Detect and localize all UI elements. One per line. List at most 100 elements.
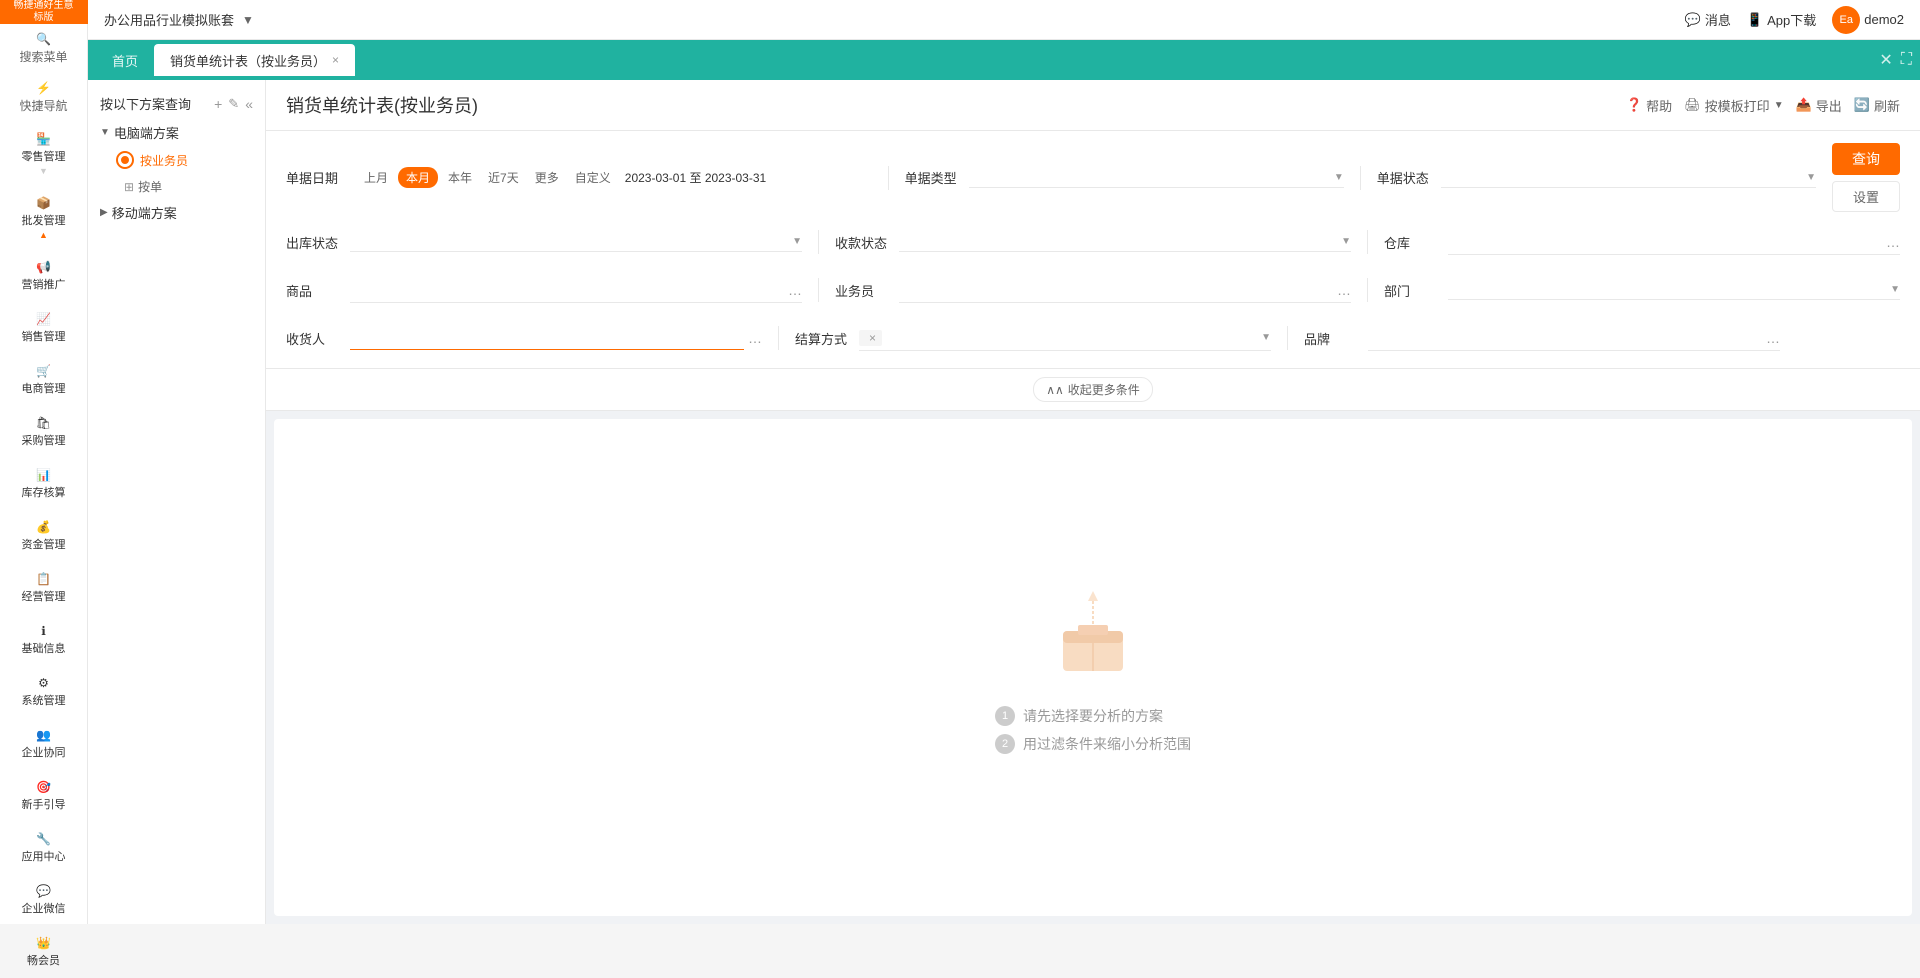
right-panel: 销货单统计表(按业务员) ❓ 帮助 🖨 按模板打印 ▼ 📤	[266, 80, 1920, 924]
sidebar-item-operations[interactable]: 📋 经营管理	[0, 562, 87, 614]
sidebar-item-retail[interactable]: 🏪 零售管理 ▼	[0, 122, 87, 186]
print-icon: 🖨	[1684, 97, 1701, 113]
salesperson-select[interactable]: …	[899, 278, 1351, 303]
page-actions: ❓ 帮助 🖨 按模板打印 ▼ 📤 导出 🔄	[1626, 96, 1900, 115]
filter-row-3: 商品 … 业务员 …	[286, 272, 1900, 308]
sidebar-item-system[interactable]: ⚙ 系统管理	[0, 666, 87, 718]
dots-icon[interactable]: …	[788, 282, 802, 298]
sidebar-item-label: 零售管理	[22, 148, 66, 164]
refresh-icon: 🔄	[1854, 97, 1870, 113]
date-tab-thismonth[interactable]: 本月	[398, 167, 438, 188]
sidebar-item-search[interactable]: 🔍 搜索菜单	[0, 24, 87, 73]
sidebar-item-marketing[interactable]: 📢 营销推广	[0, 250, 87, 302]
receiver-input[interactable]	[350, 326, 744, 350]
doc-type-select[interactable]: ▼	[969, 168, 1344, 188]
sidebar-item-guide[interactable]: 🎯 新手引导	[0, 770, 87, 822]
print-label: 按模板打印	[1705, 96, 1770, 115]
collapse-panel-btn[interactable]: «	[245, 96, 253, 112]
sidebar-item-vip[interactable]: 👑 畅会员	[0, 926, 87, 978]
pay-status-select[interactable]: ▼	[899, 232, 1351, 252]
scheme-item-salesperson[interactable]: 按业务员	[88, 146, 265, 174]
sidebar-item-ecommerce[interactable]: 🛒 电商管理	[0, 354, 87, 406]
chevron-down-icon: ▼	[1806, 172, 1816, 183]
mobile-group-header[interactable]: ▶ 移动端方案	[88, 199, 265, 226]
left-panel-header: 按以下方案查询 + ✎ «	[88, 88, 265, 119]
dept-select[interactable]: ▼	[1448, 280, 1900, 300]
date-tab-more[interactable]: 更多	[529, 167, 565, 188]
sub-scheme-label: 按单	[138, 178, 162, 195]
settlement-clear-tag[interactable]: ×	[859, 330, 882, 346]
maximize-window-btn[interactable]: ⛶	[1901, 51, 1912, 69]
grid-icon: ⊞	[124, 180, 134, 194]
warehouse-select[interactable]: …	[1448, 230, 1900, 255]
collapse-row: ∧∧ 收起更多条件	[266, 369, 1920, 411]
date-tab-thisyear[interactable]: 本年	[442, 167, 478, 188]
guide-icon: 🎯	[36, 780, 51, 794]
sidebar-item-label: 新手引导	[22, 796, 66, 812]
basic-info-icon: ℹ	[41, 624, 46, 638]
sidebar-item-inventory[interactable]: 📊 库存核算	[0, 458, 87, 510]
date-tab-7days[interactable]: 近7天	[482, 167, 525, 188]
sidebar-item-label: 应用中心	[22, 848, 66, 864]
divider-6	[1367, 278, 1368, 302]
sidebar-item-label: 批发管理	[22, 212, 66, 228]
left-panel: 按以下方案查询 + ✎ « ▼ 电脑端方案	[88, 80, 266, 924]
settlement-select[interactable]: × ▼	[859, 326, 1271, 351]
empty-illustration	[1033, 581, 1153, 686]
sidebar-item-purchase[interactable]: 🛍 采购管理	[0, 406, 87, 458]
filter-wrapper: 单据日期 上月 本月 本年 近7天 更多 自定义	[266, 131, 1920, 369]
edit-scheme-btn[interactable]: ✎	[228, 96, 239, 112]
print-btn[interactable]: 🖨 按模板打印 ▼	[1684, 96, 1783, 115]
out-status-select[interactable]: ▼	[350, 232, 802, 252]
sidebar-item-basic-info[interactable]: ℹ 基础信息	[0, 614, 87, 666]
dots-icon[interactable]: …	[1886, 234, 1900, 250]
chevron-down-icon: ▼	[39, 166, 48, 176]
collapse-btn[interactable]: ∧∧ 收起更多条件	[1033, 377, 1153, 402]
dots-icon[interactable]: …	[1337, 282, 1351, 298]
app-download-btn[interactable]: 📱 App下载	[1747, 10, 1816, 29]
messages-btn[interactable]: 💬 消息	[1685, 10, 1731, 29]
desktop-group-label: 电脑端方案	[114, 123, 179, 142]
app-download-label: App下载	[1767, 10, 1816, 29]
refresh-btn[interactable]: 🔄 刷新	[1854, 96, 1900, 115]
close-window-btn[interactable]: ✕	[1879, 50, 1892, 70]
tab-sales-stats[interactable]: 销货单统计表（按业务员） ×	[154, 44, 355, 76]
sidebar-item-appstore[interactable]: 🔧 应用中心	[0, 822, 87, 874]
dots-icon[interactable]: …	[1766, 330, 1780, 346]
empty-hint-1: 1 请先选择要分析的方案	[995, 706, 1191, 726]
doc-status-select[interactable]: ▼	[1441, 168, 1816, 188]
dots-icon[interactable]: …	[748, 330, 762, 346]
dept-label: 部门	[1384, 281, 1440, 300]
filter-row-4: 收货人 … 结算方式 ×	[286, 320, 1900, 356]
marketing-icon: 📢	[36, 260, 51, 274]
date-tab-lastmonth[interactable]: 上月	[358, 167, 394, 188]
user-menu[interactable]: Ea demo2	[1832, 6, 1904, 34]
sidebar: 畅捷通好生意标版 🔍 搜索菜单 ⚡ 快捷导航 🏪 零售管理 ▼ 📦 批发管理 ▲…	[0, 0, 88, 924]
sidebar-item-finance[interactable]: 💰 资金管理	[0, 510, 87, 562]
add-scheme-btn[interactable]: +	[214, 96, 222, 112]
export-btn[interactable]: 📤 导出	[1796, 96, 1842, 115]
dropdown-icon[interactable]: ▼	[242, 13, 254, 27]
chevron-down-icon: ▼	[1890, 284, 1900, 295]
sub-scheme-order[interactable]: ⊞ 按单	[88, 174, 265, 199]
receiver-label: 收货人	[286, 329, 342, 348]
brand-label: 品牌	[1304, 329, 1360, 348]
sidebar-item-wechat[interactable]: 💬 企业微信	[0, 874, 87, 926]
sidebar-item-enterprise[interactable]: 👥 企业协同	[0, 718, 87, 770]
sidebar-item-wholesale[interactable]: 📦 批发管理 ▲	[0, 186, 87, 250]
date-tab-custom[interactable]: 自定义	[569, 167, 617, 188]
brand-select[interactable]: …	[1368, 326, 1780, 351]
help-btn[interactable]: ❓ 帮助	[1626, 96, 1672, 115]
tab-close-btn[interactable]: ×	[332, 53, 339, 67]
sidebar-item-quicknav[interactable]: ⚡ 快捷导航	[0, 73, 87, 122]
clear-icon[interactable]: ×	[869, 331, 876, 345]
tab-home[interactable]: 首页	[96, 44, 154, 76]
sidebar-item-sales[interactable]: 📈 销售管理	[0, 302, 87, 354]
filter-row-1: 单据日期 上月 本月 本年 近7天 更多 自定义	[286, 143, 1900, 212]
query-button[interactable]: 查询	[1832, 143, 1900, 175]
goods-select[interactable]: …	[350, 278, 802, 303]
desktop-group-header[interactable]: ▼ 电脑端方案	[88, 119, 265, 146]
hint-num-2: 2	[995, 734, 1015, 754]
page-title: 销货单统计表(按业务员)	[286, 92, 478, 118]
settings-button[interactable]: 设置	[1832, 181, 1900, 212]
